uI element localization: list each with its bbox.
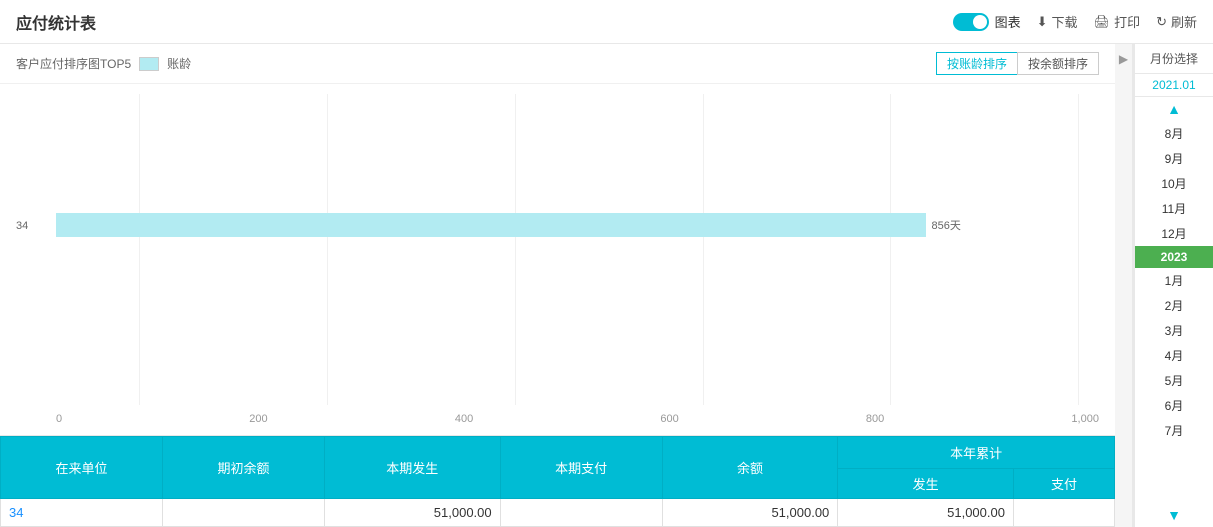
sidebar-month-item[interactable]: 1月 — [1135, 268, 1213, 293]
y-label: 34 — [16, 220, 28, 232]
sidebar-header: 月份选择 — [1135, 44, 1213, 74]
col-ytd-paid: 支付 — [1013, 469, 1114, 499]
sidebar-nav-down[interactable]: ▼ — [1135, 503, 1213, 527]
table-header-row: 在来单位 期初余额 本期发生 本期支付 余额 本年累计 — [1, 437, 1115, 469]
data-table: 在来单位 期初余额 本期发生 本期支付 余额 本年累计 发生 支付 — [0, 436, 1115, 527]
sidebar-month-item[interactable]: 11月 — [1135, 196, 1213, 221]
sidebar-month-item[interactable]: 4月 — [1135, 343, 1213, 368]
table-row: 3451,000.0051,000.0051,000.00 — [1, 499, 1115, 527]
table-cell: 51,000.00 — [662, 499, 838, 527]
chart-sort: 按账龄排序 按余额排序 — [936, 52, 1099, 75]
table-cell — [500, 499, 662, 527]
sidebar-month-item[interactable]: 5月 — [1135, 368, 1213, 393]
refresh-button[interactable]: ↻ 刷新 — [1156, 12, 1197, 31]
grid-line-0 — [139, 94, 140, 405]
col-ytd: 本年累计 — [838, 437, 1115, 469]
sidebar-month-item[interactable]: 2月 — [1135, 293, 1213, 318]
grid-lines — [56, 94, 1099, 405]
col-occurred: 本期发生 — [324, 437, 500, 499]
x-axis: 0 200 400 600 800 1,000 — [56, 413, 1099, 425]
sort-by-amount-button[interactable]: 按账龄排序 — [936, 52, 1017, 75]
sidebar-month-item[interactable]: 6月 — [1135, 393, 1213, 418]
table-section: 在来单位 期初余额 本期发生 本期支付 余额 本年累计 发生 支付 — [0, 435, 1115, 527]
print-label: 打印 — [1114, 12, 1140, 31]
legend-title: 客户应付排序图TOP5 — [16, 55, 131, 72]
bar-row: 856天 — [56, 213, 1079, 237]
sidebar-month-item[interactable]: 8月 — [1135, 121, 1213, 146]
download-button[interactable]: ⬇ 下载 — [1037, 12, 1078, 31]
table-wrapper: 在来单位 期初余额 本期发生 本期支付 余额 本年累计 发生 支付 — [0, 436, 1115, 527]
table-cell[interactable]: 34 — [1, 499, 163, 527]
sidebar-month-list: 8月9月10月11月12月20231月2月3月4月5月6月7月 — [1135, 121, 1213, 503]
download-label: 下载 — [1052, 12, 1078, 31]
table-cell: 51,000.00 — [838, 499, 1014, 527]
col-unit: 在来单位 — [1, 437, 163, 499]
chart-toggle-wrap[interactable]: 图表 — [953, 12, 1021, 31]
header: 应付统计表 图表 ⬇ 下载 🖨 打印 ↻ 刷新 — [0, 0, 1213, 44]
sidebar-month-item[interactable]: 3月 — [1135, 318, 1213, 343]
download-icon: ⬇ — [1037, 14, 1048, 30]
chart-legend: 客户应付排序图TOP5 账龄 — [16, 55, 191, 72]
sidebar: 月份选择 2021.01 ▲ 8月9月10月11月12月20231月2月3月4月… — [1133, 44, 1213, 527]
chart-area: 客户应付排序图TOP5 账龄 按账龄排序 按余额排序 — [0, 44, 1115, 527]
refresh-icon: ↻ — [1156, 14, 1167, 30]
sidebar-month-item[interactable]: 9月 — [1135, 146, 1213, 171]
sort-by-balance-button[interactable]: 按余额排序 — [1017, 52, 1099, 75]
collapse-button[interactable]: ▶ — [1115, 44, 1133, 527]
header-actions: 图表 ⬇ 下载 🖨 打印 ↻ 刷新 — [953, 12, 1197, 31]
x-axis-400: 400 — [455, 413, 473, 425]
sidebar-month-item[interactable]: 10月 — [1135, 171, 1213, 196]
chart-inner: 34 856天 0 200 400 600 800 1,000 — [16, 94, 1099, 425]
table-body: 3451,000.0051,000.0051,000.00 — [1, 499, 1115, 527]
bar-chart: 34 856天 0 200 400 600 800 1,000 — [0, 84, 1115, 435]
print-button[interactable]: 🖨 打印 — [1094, 12, 1141, 31]
sidebar-current-date[interactable]: 2021.01 — [1135, 74, 1213, 97]
table-cell — [162, 499, 324, 527]
sidebar-nav-up[interactable]: ▲ — [1135, 97, 1213, 121]
x-axis-600: 600 — [660, 413, 678, 425]
sidebar-month-item[interactable]: 7月 — [1135, 418, 1213, 443]
legend-label: 账龄 — [167, 55, 191, 72]
col-paid: 本期支付 — [500, 437, 662, 499]
x-axis-0: 0 — [56, 413, 62, 425]
bar-fill — [56, 213, 926, 237]
page-title: 应付统计表 — [16, 10, 96, 34]
chart-header: 客户应付排序图TOP5 账龄 按账龄排序 按余额排序 — [0, 44, 1115, 84]
table-cell — [1013, 499, 1114, 527]
main-content: 客户应付排序图TOP5 账龄 按账龄排序 按余额排序 — [0, 44, 1213, 527]
chart-toggle-label: 图表 — [995, 12, 1021, 31]
sidebar-month-item[interactable]: 12月 — [1135, 221, 1213, 246]
sidebar-year-marker[interactable]: 2023 — [1135, 246, 1213, 268]
grid-line-200 — [327, 94, 328, 405]
refresh-label: 刷新 — [1171, 12, 1197, 31]
grid-line-1000 — [1078, 94, 1079, 405]
x-axis-800: 800 — [866, 413, 884, 425]
app-container: 应付统计表 图表 ⬇ 下载 🖨 打印 ↻ 刷新 — [0, 0, 1213, 527]
x-axis-1000: 1,000 — [1071, 413, 1099, 425]
bar-end-label: 856天 — [932, 217, 961, 233]
collapse-icon: ▶ — [1119, 52, 1128, 66]
grid-line-400 — [515, 94, 516, 405]
grid-line-800 — [890, 94, 891, 405]
col-balance: 余额 — [662, 437, 838, 499]
col-ytd-occurred: 发生 — [838, 469, 1014, 499]
print-icon: 🖨 — [1094, 14, 1111, 30]
col-opening: 期初余额 — [162, 437, 324, 499]
chart-toggle[interactable] — [953, 13, 989, 31]
legend-box — [139, 57, 159, 71]
x-axis-200: 200 — [249, 413, 267, 425]
grid-line-600 — [703, 94, 704, 405]
table-cell: 51,000.00 — [324, 499, 500, 527]
